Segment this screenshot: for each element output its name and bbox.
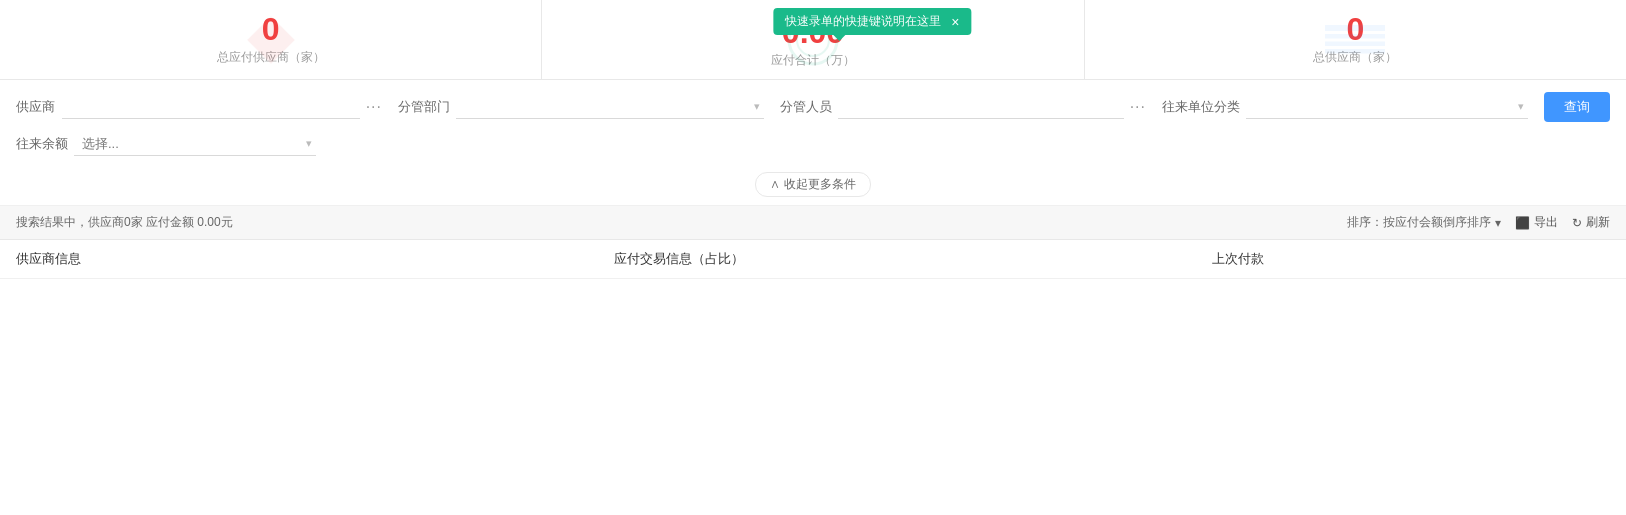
department-label: 分管部门 — [398, 98, 450, 116]
stat-payable-suppliers: 0 总应付供应商（家） — [0, 0, 542, 79]
balance-select-wrapper[interactable]: ▾ — [74, 132, 316, 156]
tooltip-close-icon[interactable]: × — [951, 14, 959, 30]
results-actions: 排序：按应付会额倒序排序 ▾ ⬛ 导出 ↻ 刷新 — [1347, 214, 1610, 231]
stat-payable-total: 快速录单的快捷键说明在这里 × 0.00 应付合计（万） — [542, 0, 1084, 79]
filter-department: 分管部门 ▾ — [398, 95, 764, 119]
unit-category-input[interactable] — [1246, 95, 1528, 118]
export-icon: ⬛ — [1515, 216, 1530, 230]
svg-rect-5 — [1325, 34, 1385, 39]
department-select-wrapper[interactable]: ▾ — [456, 95, 764, 119]
filter-unit-category: 往来单位分类 ▾ — [1162, 95, 1528, 119]
col-supplier-info: 供应商信息 — [16, 250, 614, 268]
table-body — [0, 279, 1626, 515]
manager-input[interactable] — [838, 95, 1124, 119]
manager-label: 分管人员 — [780, 98, 832, 116]
supplier-dots-icon[interactable]: ··· — [366, 98, 382, 116]
results-info: 搜索结果中，供应商0家 应付金额 0.00元 — [16, 214, 233, 231]
diamond-bg-icon — [246, 15, 296, 65]
refresh-button[interactable]: ↻ 刷新 — [1572, 214, 1610, 231]
tooltip-text: 快速录单的快捷键说明在这里 — [785, 13, 941, 30]
unit-category-select-wrapper[interactable]: ▾ — [1246, 95, 1528, 119]
filter-row-1: 供应商 ··· 分管部门 ▾ 分管人员 ··· 往来单位分类 ▾ — [16, 92, 1610, 122]
query-button[interactable]: 查询 — [1544, 92, 1610, 122]
col-payable-info: 应付交易信息（占比） — [614, 250, 1212, 268]
refresh-label: 刷新 — [1586, 214, 1610, 231]
refresh-icon: ↻ — [1572, 216, 1582, 230]
filter-section: 供应商 ··· 分管部门 ▾ 分管人员 ··· 往来单位分类 ▾ — [0, 80, 1626, 206]
balance-label: 往来余额 — [16, 135, 68, 153]
export-button[interactable]: ⬛ 导出 — [1515, 214, 1558, 231]
sort-label: 排序：按应付会额倒序排序 — [1347, 214, 1491, 231]
results-bar: 搜索结果中，供应商0家 应付金额 0.00元 排序：按应付会额倒序排序 ▾ ⬛ … — [0, 206, 1626, 240]
sort-chevron-icon: ▾ — [1495, 216, 1501, 230]
tooltip-bubble: 快速录单的快捷键说明在这里 × — [773, 8, 971, 35]
svg-marker-0 — [247, 16, 294, 63]
filter-manager: 分管人员 ··· — [780, 95, 1146, 119]
svg-rect-4 — [1325, 25, 1385, 31]
stats-bar: 0 总应付供应商（家） 快速录单的快捷键说明在这里 × 0.00 应付合计（万）… — [0, 0, 1626, 80]
filter-supplier: 供应商 ··· — [16, 95, 382, 119]
export-label: 导出 — [1534, 214, 1558, 231]
department-input[interactable] — [456, 95, 764, 118]
filter-balance: 往来余额 ▾ — [16, 132, 316, 156]
unit-category-label: 往来单位分类 — [1162, 98, 1240, 116]
supplier-label: 供应商 — [16, 98, 56, 116]
svg-rect-6 — [1325, 41, 1385, 46]
unit-category-chevron-icon: ▾ — [1518, 100, 1524, 113]
department-chevron-icon: ▾ — [754, 100, 760, 113]
collapse-button[interactable]: ∧ 收起更多条件 — [755, 172, 870, 197]
table-header: 供应商信息 应付交易信息（占比） 上次付款 — [0, 240, 1626, 279]
supplier-input[interactable] — [62, 95, 360, 119]
svg-rect-7 — [1325, 49, 1385, 54]
collapse-row: ∧ 收起更多条件 — [16, 166, 1610, 205]
filter-row-2: 往来余额 ▾ — [16, 132, 1610, 156]
balance-input[interactable] — [74, 132, 316, 155]
sort-select[interactable]: 排序：按应付会额倒序排序 ▾ — [1347, 214, 1501, 231]
balance-chevron-icon: ▾ — [306, 137, 312, 150]
manager-dots-icon[interactable]: ··· — [1130, 98, 1146, 116]
table-bg-icon — [1325, 20, 1385, 60]
stat-total-suppliers: 0 总供应商（家） — [1085, 0, 1626, 79]
col-last-payment: 上次付款 — [1212, 250, 1611, 268]
